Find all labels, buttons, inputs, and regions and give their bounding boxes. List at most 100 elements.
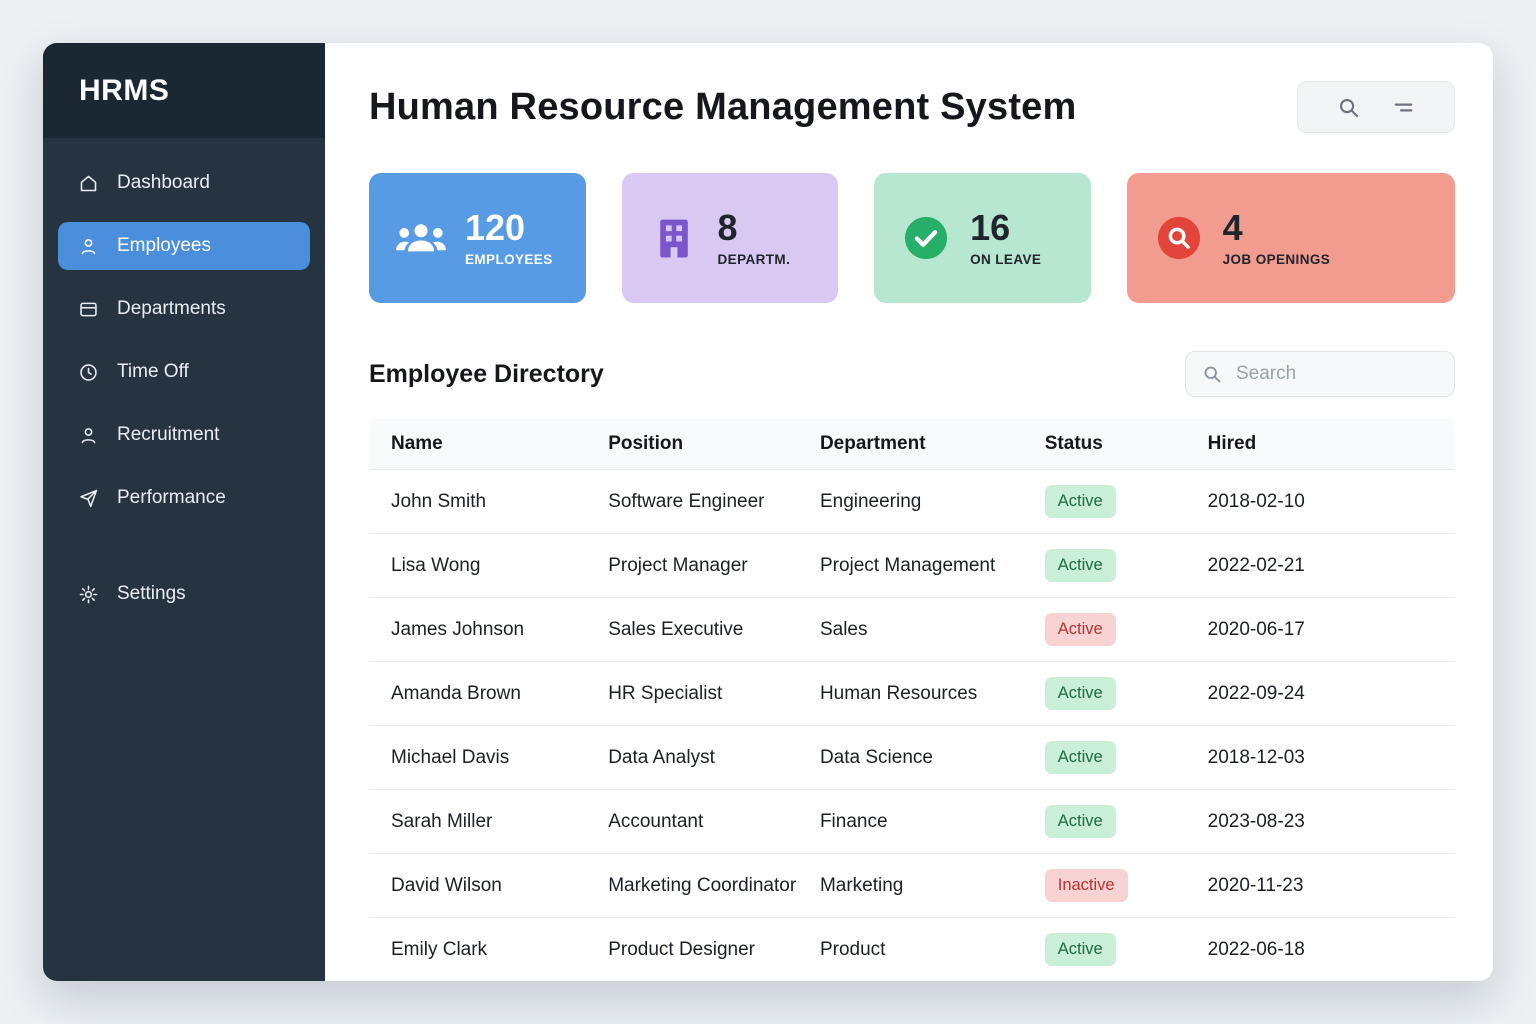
filter-lines-icon xyxy=(1392,96,1415,119)
stat-card-job-openings: 4 JOB OPENINGS xyxy=(1126,173,1455,303)
cell-position: Marketing Coordinator xyxy=(586,853,798,918)
sidebar-item-recruitment[interactable]: Recruitment xyxy=(58,411,310,459)
cell-department: Sales xyxy=(797,597,1023,662)
cell-position: Software Engineer xyxy=(586,469,798,534)
sidebar-item-departments[interactable]: Departments xyxy=(58,285,310,333)
cell-position: Data Analyst xyxy=(586,725,798,790)
column-header-hired: Hired xyxy=(1185,419,1455,470)
sidebar: HRMS Dashboard Employees Departments Tim… xyxy=(43,43,325,981)
status-badge: Active xyxy=(1044,805,1116,838)
clock-icon xyxy=(78,362,99,383)
status-badge: Active xyxy=(1044,485,1116,518)
directory-header: Employee Directory xyxy=(369,351,1455,397)
page-title: Human Resource Management System xyxy=(369,85,1077,128)
person-icon xyxy=(78,425,99,446)
header-toolbar xyxy=(1297,81,1455,133)
stat-label: ON LEAVE xyxy=(970,252,1042,268)
status-badge: Active xyxy=(1044,677,1116,710)
cell-status: Active xyxy=(1022,789,1186,854)
card-icon xyxy=(78,299,99,320)
table-row-james-johnson: James Johnson Sales Executive Sales Acti… xyxy=(369,597,1455,662)
cell-status: Active xyxy=(1022,469,1186,534)
stat-value: 4 xyxy=(1222,206,1243,248)
section-title: Employee Directory xyxy=(369,359,604,388)
cell-hired: 2022-02-21 xyxy=(1185,533,1455,598)
directory-search-input[interactable] xyxy=(1234,362,1438,386)
home-icon xyxy=(78,173,99,194)
stat-card-on-leave: 16 ON LEAVE xyxy=(874,173,1091,303)
send-icon xyxy=(78,488,99,509)
cell-status: Active xyxy=(1022,597,1186,662)
cell-department: Data Science xyxy=(797,725,1023,790)
sidebar-item-time-off[interactable]: Time Off xyxy=(58,348,310,396)
table-row-michael-davis: Michael Davis Data Analyst Data Science … xyxy=(369,725,1455,790)
sidebar-item-label: Employees xyxy=(117,235,211,256)
table-row-amanda-brown: Amanda Brown HR Specialist Human Resourc… xyxy=(369,661,1455,726)
sidebar-nav: Dashboard Employees Departments Time Off xyxy=(43,139,325,522)
sidebar-item-settings[interactable]: Settings xyxy=(58,570,310,618)
employee-table: Name Position Department Status Hired Jo… xyxy=(369,419,1455,981)
cell-status: Active xyxy=(1022,725,1186,790)
cell-position: Project Manager xyxy=(586,533,798,598)
stat-value: 120 xyxy=(465,206,526,248)
cell-hired: 2018-12-03 xyxy=(1185,725,1455,790)
cell-status: Active xyxy=(1022,533,1186,598)
topbar: Human Resource Management System xyxy=(369,81,1455,133)
cell-name: James Johnson xyxy=(369,597,587,662)
cell-status: Active xyxy=(1022,917,1186,981)
cell-department: Engineering xyxy=(797,469,1023,534)
table-row-john-smith: John Smith Software Engineer Engineering… xyxy=(369,469,1455,534)
status-badge: Active xyxy=(1044,549,1116,582)
status-badge: Active xyxy=(1044,933,1116,966)
search-circle-icon xyxy=(1153,215,1205,261)
cell-name: Amanda Brown xyxy=(369,661,587,726)
cell-position: Sales Executive xyxy=(586,597,798,662)
gear-icon xyxy=(78,584,99,605)
table-row-david-wilson: David Wilson Marketing Coordinator Marke… xyxy=(369,853,1455,918)
sidebar-item-label: Recruitment xyxy=(117,424,220,445)
column-header-department: Department xyxy=(797,419,1023,470)
cell-hired: 2018-02-10 xyxy=(1185,469,1455,534)
cell-status: Active xyxy=(1022,661,1186,726)
sidebar-item-label: Settings xyxy=(117,583,186,604)
cell-hired: 2020-06-17 xyxy=(1185,597,1455,662)
column-header-status: Status xyxy=(1022,419,1186,470)
search-icon xyxy=(1337,96,1360,119)
stat-label: DEPARTM. xyxy=(717,252,791,268)
stat-card-employees: 120 EMPLOYEES xyxy=(369,173,586,303)
cell-department: Human Resources xyxy=(797,661,1023,726)
table-row-sarah-miller: Sarah Miller Accountant Finance Active 2… xyxy=(369,789,1455,854)
stat-value: 16 xyxy=(970,206,1011,248)
check-circle-icon xyxy=(900,215,952,261)
cell-hired: 2022-09-24 xyxy=(1185,661,1455,726)
cell-department: Project Management xyxy=(797,533,1023,598)
directory-search-box[interactable] xyxy=(1185,351,1455,397)
header-search-button[interactable] xyxy=(1337,96,1360,119)
sidebar-item-dashboard[interactable]: Dashboard xyxy=(58,159,310,207)
sidebar-item-employees[interactable]: Employees xyxy=(58,222,310,270)
cell-name: John Smith xyxy=(369,469,587,534)
cell-hired: 2020-11-23 xyxy=(1185,853,1455,918)
stats-row: 120 EMPLOYEES 8 DEPARTM. 16 ON LEAVE 4 J… xyxy=(369,173,1455,303)
stat-value: 8 xyxy=(717,206,738,248)
header-menu-button[interactable] xyxy=(1392,96,1415,119)
cell-department: Finance xyxy=(797,789,1023,854)
cell-name: Sarah Miller xyxy=(369,789,587,854)
status-badge: Active xyxy=(1044,741,1116,774)
building-icon xyxy=(648,215,700,261)
brand-logo: HRMS xyxy=(43,43,325,139)
sidebar-item-performance[interactable]: Performance xyxy=(58,474,310,522)
cell-position: HR Specialist xyxy=(586,661,798,726)
cell-department: Marketing xyxy=(797,853,1023,918)
cell-name: Lisa Wong xyxy=(369,533,587,598)
cell-department: Product xyxy=(797,917,1023,981)
sidebar-item-label: Dashboard xyxy=(117,172,210,193)
sidebar-footer-nav: Settings xyxy=(43,550,325,618)
app-window: HRMS Dashboard Employees Departments Tim… xyxy=(43,43,1493,981)
table-row-lisa-wong: Lisa Wong Project Manager Project Manage… xyxy=(369,533,1455,598)
sidebar-item-label: Performance xyxy=(117,487,226,508)
stat-card-departm: 8 DEPARTM. xyxy=(621,173,839,303)
cell-position: Accountant xyxy=(586,789,798,854)
column-header-name: Name xyxy=(369,419,587,470)
cell-hired: 2023-08-23 xyxy=(1185,789,1455,854)
